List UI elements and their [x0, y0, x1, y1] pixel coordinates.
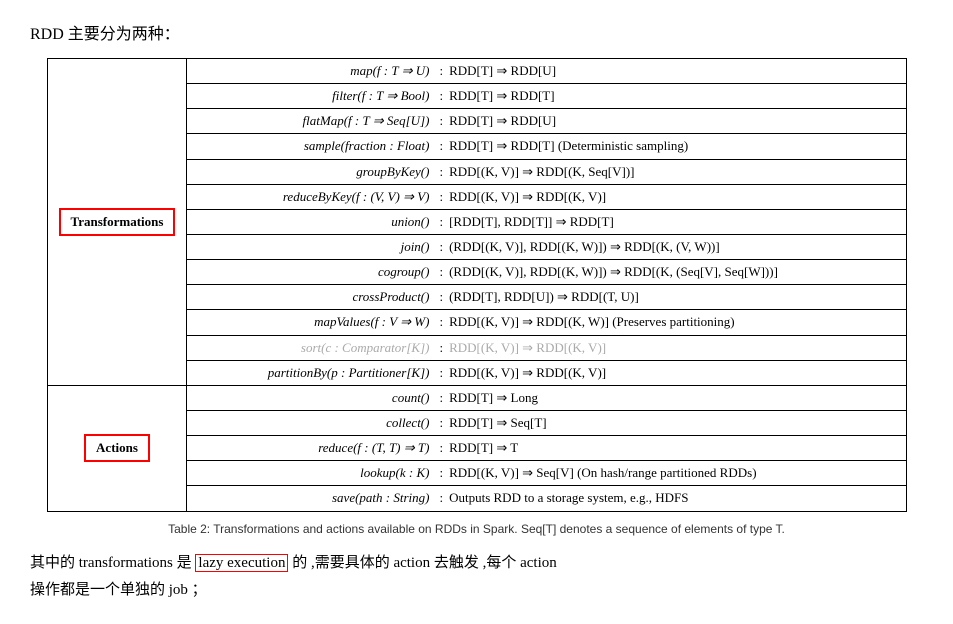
op-name: collect()	[193, 413, 433, 433]
label-cell-transformations: Transformations	[47, 59, 187, 386]
op-name: groupByKey()	[193, 162, 433, 182]
op-result: RDD[(K, V)] ⇒ RDD[(K, V)]	[449, 187, 899, 207]
table-row: Actionscount():RDD[T] ⇒ Long	[47, 385, 906, 410]
operation-cell: map(f : T ⇒ U):RDD[T] ⇒ RDD[U]	[187, 59, 906, 84]
op-colon: :	[433, 363, 449, 383]
operation-cell: flatMap(f : T ⇒ Seq[U]):RDD[T] ⇒ RDD[U]	[187, 109, 906, 134]
op-colon: :	[433, 86, 449, 106]
op-result: (RDD[(K, V)], RDD[(K, W)]) ⇒ RDD[(K, (V,…	[449, 237, 899, 257]
op-result: RDD[T] ⇒ T	[449, 438, 899, 458]
table-row: Transformationsmap(f : T ⇒ U):RDD[T] ⇒ R…	[47, 59, 906, 84]
op-result: RDD[(K, V)] ⇒ Seq[V] (On hash/range part…	[449, 463, 899, 483]
op-colon: :	[433, 438, 449, 458]
op-colon: :	[433, 212, 449, 232]
operation-cell: mapValues(f : V ⇒ W):RDD[(K, V)] ⇒ RDD[(…	[187, 310, 906, 335]
operation-cell: reduceByKey(f : (V, V) ⇒ V):RDD[(K, V)] …	[187, 184, 906, 209]
op-name: reduceByKey(f : (V, V) ⇒ V)	[193, 187, 433, 207]
op-name: crossProduct()	[193, 287, 433, 307]
rdd-table-container: Transformationsmap(f : T ⇒ U):RDD[T] ⇒ R…	[30, 58, 923, 512]
op-name: sort(c : Comparator[K])	[193, 338, 433, 358]
label-cell-actions: Actions	[47, 385, 187, 511]
op-result: (RDD[T], RDD[U]) ⇒ RDD[(T, U)]	[449, 287, 899, 307]
op-colon: :	[433, 413, 449, 433]
op-name: map(f : T ⇒ U)	[193, 61, 433, 81]
op-colon: :	[433, 187, 449, 207]
op-colon: :	[433, 338, 449, 358]
op-name: join()	[193, 237, 433, 257]
op-name: reduce(f : (T, T) ⇒ T)	[193, 438, 433, 458]
lazy-execution-highlight: lazy execution	[195, 554, 288, 572]
table-caption: Table 2: Transformations and actions ava…	[30, 522, 923, 536]
op-result: RDD[T] ⇒ Seq[T]	[449, 413, 899, 433]
label-box-transformations: Transformations	[59, 208, 176, 236]
op-colon: :	[433, 61, 449, 81]
intro-text: RDD 主要分为两种：	[30, 20, 923, 44]
op-result: RDD[T] ⇒ RDD[T] (Deterministic sampling)	[449, 136, 899, 156]
op-result: RDD[T] ⇒ RDD[U]	[449, 61, 899, 81]
op-name: filter(f : T ⇒ Bool)	[193, 86, 433, 106]
op-result: RDD[(K, V)] ⇒ RDD[(K, Seq[V])]	[449, 162, 899, 182]
op-result: RDD[(K, V)] ⇒ RDD[(K, V)]	[449, 363, 899, 383]
op-result: RDD[T] ⇒ RDD[U]	[449, 111, 899, 131]
operation-cell: sample(fraction : Float):RDD[T] ⇒ RDD[T]…	[187, 134, 906, 159]
operation-cell: union():[RDD[T], RDD[T]] ⇒ RDD[T]	[187, 209, 906, 234]
op-colon: :	[433, 262, 449, 282]
operation-cell: sort(c : Comparator[K]):RDD[(K, V)] ⇒ RD…	[187, 335, 906, 360]
op-result: [RDD[T], RDD[T]] ⇒ RDD[T]	[449, 212, 899, 232]
op-result: RDD[T] ⇒ RDD[T]	[449, 86, 899, 106]
op-colon: :	[433, 388, 449, 408]
operation-cell: reduce(f : (T, T) ⇒ T):RDD[T] ⇒ T	[187, 436, 906, 461]
footer-line1: 其中的 transformations 是 lazy execution 的 ,…	[30, 550, 923, 577]
operation-cell: count():RDD[T] ⇒ Long	[187, 385, 906, 410]
operation-cell: save(path : String):Outputs RDD to a sto…	[187, 486, 906, 511]
op-result: RDD[T] ⇒ Long	[449, 388, 899, 408]
footer-line2: 操作都是一个单独的 job ；	[30, 577, 923, 604]
op-result: RDD[(K, V)] ⇒ RDD[(K, W)] (Preserves par…	[449, 312, 899, 332]
operation-cell: crossProduct():(RDD[T], RDD[U]) ⇒ RDD[(T…	[187, 285, 906, 310]
operation-cell: filter(f : T ⇒ Bool):RDD[T] ⇒ RDD[T]	[187, 84, 906, 109]
operation-cell: lookup(k : K):RDD[(K, V)] ⇒ Seq[V] (On h…	[187, 461, 906, 486]
label-box-actions: Actions	[84, 434, 150, 462]
op-name: flatMap(f : T ⇒ Seq[U])	[193, 111, 433, 131]
op-colon: :	[433, 162, 449, 182]
op-result: (RDD[(K, V)], RDD[(K, W)]) ⇒ RDD[(K, (Se…	[449, 262, 899, 282]
op-name: mapValues(f : V ⇒ W)	[193, 312, 433, 332]
op-result: Outputs RDD to a storage system, e.g., H…	[449, 488, 899, 508]
op-colon: :	[433, 111, 449, 131]
op-result: RDD[(K, V)] ⇒ RDD[(K, V)]	[449, 338, 899, 358]
operation-cell: partitionBy(p : Partitioner[K]):RDD[(K, …	[187, 360, 906, 385]
op-colon: :	[433, 463, 449, 483]
operation-cell: join():(RDD[(K, V)], RDD[(K, W)]) ⇒ RDD[…	[187, 234, 906, 259]
op-colon: :	[433, 312, 449, 332]
op-name: cogroup()	[193, 262, 433, 282]
operation-cell: groupByKey():RDD[(K, V)] ⇒ RDD[(K, Seq[V…	[187, 159, 906, 184]
footer-text: 其中的 transformations 是 lazy execution 的 ,…	[30, 550, 923, 604]
op-name: partitionBy(p : Partitioner[K])	[193, 363, 433, 383]
operation-cell: cogroup():(RDD[(K, V)], RDD[(K, W)]) ⇒ R…	[187, 260, 906, 285]
op-colon: :	[433, 136, 449, 156]
op-name: count()	[193, 388, 433, 408]
op-name: sample(fraction : Float)	[193, 136, 433, 156]
op-name: union()	[193, 212, 433, 232]
op-colon: :	[433, 287, 449, 307]
operation-cell: collect():RDD[T] ⇒ Seq[T]	[187, 410, 906, 435]
op-colon: :	[433, 488, 449, 508]
rdd-operations-table: Transformationsmap(f : T ⇒ U):RDD[T] ⇒ R…	[47, 58, 907, 512]
op-name: save(path : String)	[193, 488, 433, 508]
op-colon: :	[433, 237, 449, 257]
op-name: lookup(k : K)	[193, 463, 433, 483]
